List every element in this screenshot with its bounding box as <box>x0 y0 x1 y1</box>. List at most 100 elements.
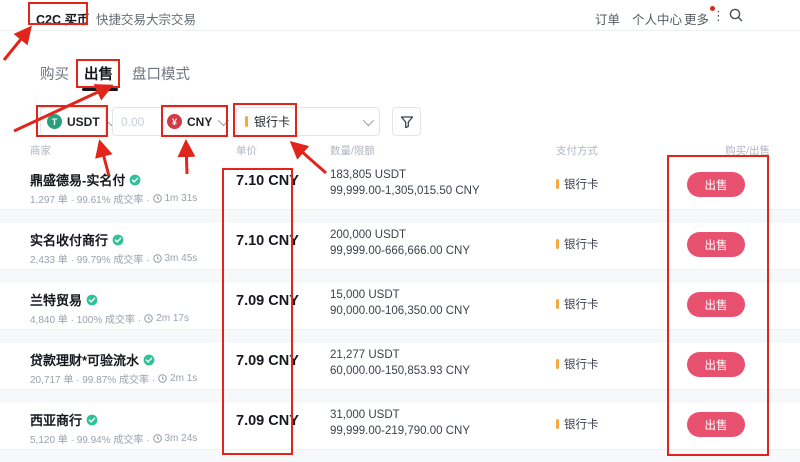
amount-filter-control: ¥ CNY <box>112 107 228 136</box>
offer-limit: 99,999.00-666,666.00 CNY <box>330 243 470 259</box>
nav-item-quick-trade[interactable]: 快捷交易 <box>96 9 146 28</box>
table-row[interactable]: 兰特贸易 4,840 单 · 100% 成交率 · 2m 17s 7.09 CNY… <box>0 283 800 329</box>
payment-method-label: 银行卡 <box>564 296 599 312</box>
sell-button[interactable]: 出售 <box>687 352 745 377</box>
sell-button[interactable]: 出售 <box>687 412 745 437</box>
merchant-name-label: 兰特贸易 <box>30 293 82 308</box>
row-separator <box>0 209 800 223</box>
bank-card-bar-icon <box>556 239 559 249</box>
nav-item-orders[interactable]: 订单 <box>595 9 620 28</box>
merchant-name[interactable]: 实名收付商行 <box>30 230 124 249</box>
payment-method: 银行卡 <box>556 236 599 252</box>
clock-icon <box>144 314 153 323</box>
tab-orderbook-mode[interactable]: 盘口模式 <box>132 63 190 84</box>
nav-item-block-trade[interactable]: 大宗交易 <box>146 9 196 28</box>
clock-icon <box>153 434 162 443</box>
avg-release-time: 2m 17s <box>156 313 189 324</box>
offer-amount: 183,805 USDT <box>330 167 480 183</box>
merchant-stats: 1,297 单 · 99.61% 成交率 · 1m 31s <box>30 191 197 206</box>
kebab-menu-icon[interactable]: ⋮ <box>712 8 726 24</box>
merchant-stats: 20,717 单 · 99.87% 成交率 · 2m 1s <box>30 371 197 386</box>
table-row[interactable]: 鼎盛德易-实名付 1,297 单 · 99.61% 成交率 · 1m 31s 7.… <box>0 163 800 209</box>
offer-amount-limit: 21,277 USDT60,000.00-150,853.93 CNY <box>330 347 470 379</box>
verified-merchant-badge <box>143 354 155 366</box>
payment-select-value: 银行卡 <box>254 113 290 130</box>
asset-select-value: USDT <box>67 115 100 129</box>
merchant-name[interactable]: 兰特贸易 <box>30 290 98 309</box>
filter-funnel-icon <box>400 115 414 129</box>
payment-method-label: 银行卡 <box>564 356 599 372</box>
asset-select[interactable]: T USDT <box>40 107 106 136</box>
merchant-name[interactable]: 鼎盛德易-实名付 <box>30 170 141 189</box>
col-header-price: 单价 <box>236 143 257 158</box>
fiat-select[interactable]: ¥ CNY <box>167 114 226 129</box>
nav-item-more-label: 更多 <box>684 13 709 27</box>
avg-release-time: 1m 31s <box>165 193 198 204</box>
verified-merchant-badge <box>129 174 141 186</box>
row-separator <box>0 449 800 462</box>
verified-merchant-badge <box>112 234 124 246</box>
row-separator <box>0 269 800 283</box>
table-row[interactable]: 贷款理财*可验流水 20,717 单 · 99.87% 成交率 · 2m 1s 7… <box>0 343 800 389</box>
merchant-stats: 2,433 单 · 99.79% 成交率 ·3m 45s <box>30 251 197 266</box>
table-row[interactable]: 实名收付商行 2,433 单 · 99.79% 成交率 ·3m 45s 7.10… <box>0 223 800 269</box>
clock-icon <box>158 374 167 383</box>
filter-funnel-button[interactable] <box>392 107 421 136</box>
offer-price: 7.09 CNY <box>236 413 299 429</box>
avg-release-time: 3m 45s <box>165 253 198 264</box>
payment-method-select[interactable]: 银行卡 <box>236 107 380 136</box>
avg-release-time: 2m 1s <box>170 373 197 384</box>
row-separator <box>0 389 800 403</box>
offer-price: 7.09 CNY <box>236 353 299 369</box>
bank-card-bar-icon <box>556 299 559 309</box>
chevron-down-icon <box>363 114 374 125</box>
cny-coin-icon: ¥ <box>167 114 182 129</box>
offer-amount-limit: 31,000 USDT99,999.00-219,790.00 CNY <box>330 407 470 439</box>
sell-button[interactable]: 出售 <box>687 232 745 257</box>
c2c-trading-page: C2C 买币 快捷交易 大宗交易 订单 个人中心 更多 ⋮ 购买 出售 盘口模式… <box>0 0 800 462</box>
table-row[interactable]: 西亚商行 5,120 单 · 99.94% 成交率 ·3m 24s 7.09 C… <box>0 403 800 449</box>
merchant-name[interactable]: 西亚商行 <box>30 410 98 429</box>
usdt-coin-icon: T <box>47 114 62 129</box>
merchant-name-label: 西亚商行 <box>30 413 82 428</box>
offer-amount: 21,277 USDT <box>330 347 470 363</box>
merchant-name-label: 鼎盛德易-实名付 <box>30 173 125 188</box>
search-icon[interactable] <box>728 7 744 28</box>
merchant-name[interactable]: 贷款理财*可验流水 <box>30 350 155 369</box>
payment-method-label: 银行卡 <box>564 416 599 432</box>
clock-icon <box>153 254 162 263</box>
nav-item-profile[interactable]: 个人中心 <box>632 9 682 28</box>
col-header-trade: 购买/出售 <box>710 143 770 158</box>
row-separator <box>0 329 800 343</box>
merchant-meta: 4,840 单 · 100% 成交率 · <box>30 311 141 326</box>
tab-buy[interactable]: 购买 <box>40 63 69 84</box>
offer-limit: 99,999.00-1,305,015.50 CNY <box>330 183 480 199</box>
offer-amount-limit: 15,000 USDT90,000.00-106,350.00 CNY <box>330 287 470 319</box>
sell-button[interactable]: 出售 <box>687 292 745 317</box>
payment-method: 银行卡 <box>556 176 599 192</box>
offer-price: 7.09 CNY <box>236 293 299 309</box>
merchant-name-label: 实名收付商行 <box>30 233 108 248</box>
payment-method-label: 银行卡 <box>564 176 599 192</box>
tab-sell[interactable]: 出售 <box>84 63 113 84</box>
payment-method: 银行卡 <box>556 416 599 432</box>
fiat-select-value: CNY <box>187 115 212 129</box>
merchant-stats: 5,120 单 · 99.94% 成交率 ·3m 24s <box>30 431 197 446</box>
offer-price: 7.10 CNY <box>236 233 299 249</box>
chevron-down-icon <box>218 114 229 125</box>
sell-button[interactable]: 出售 <box>687 172 745 197</box>
merchant-meta: 1,297 单 · 99.61% 成交率 · <box>30 191 150 206</box>
bank-card-bar-icon <box>556 179 559 189</box>
nav-item-more[interactable]: 更多 <box>684 9 709 28</box>
merchant-stats: 4,840 单 · 100% 成交率 · 2m 17s <box>30 311 189 326</box>
offer-amount: 15,000 USDT <box>330 287 470 303</box>
bank-card-bar-icon <box>556 359 559 369</box>
bank-card-bar-icon <box>556 419 559 429</box>
col-header-merchant: 商家 <box>30 143 51 158</box>
amount-input[interactable] <box>121 115 165 129</box>
offer-price: 7.10 CNY <box>236 173 299 189</box>
nav-item-c2c-buy[interactable]: C2C 买币 <box>36 9 89 28</box>
offer-amount-limit: 183,805 USDT99,999.00-1,305,015.50 CNY <box>330 167 480 199</box>
offer-list: 鼎盛德易-实名付 1,297 单 · 99.61% 成交率 · 1m 31s 7.… <box>0 163 800 462</box>
merchant-meta: 20,717 单 · 99.87% 成交率 · <box>30 371 155 386</box>
